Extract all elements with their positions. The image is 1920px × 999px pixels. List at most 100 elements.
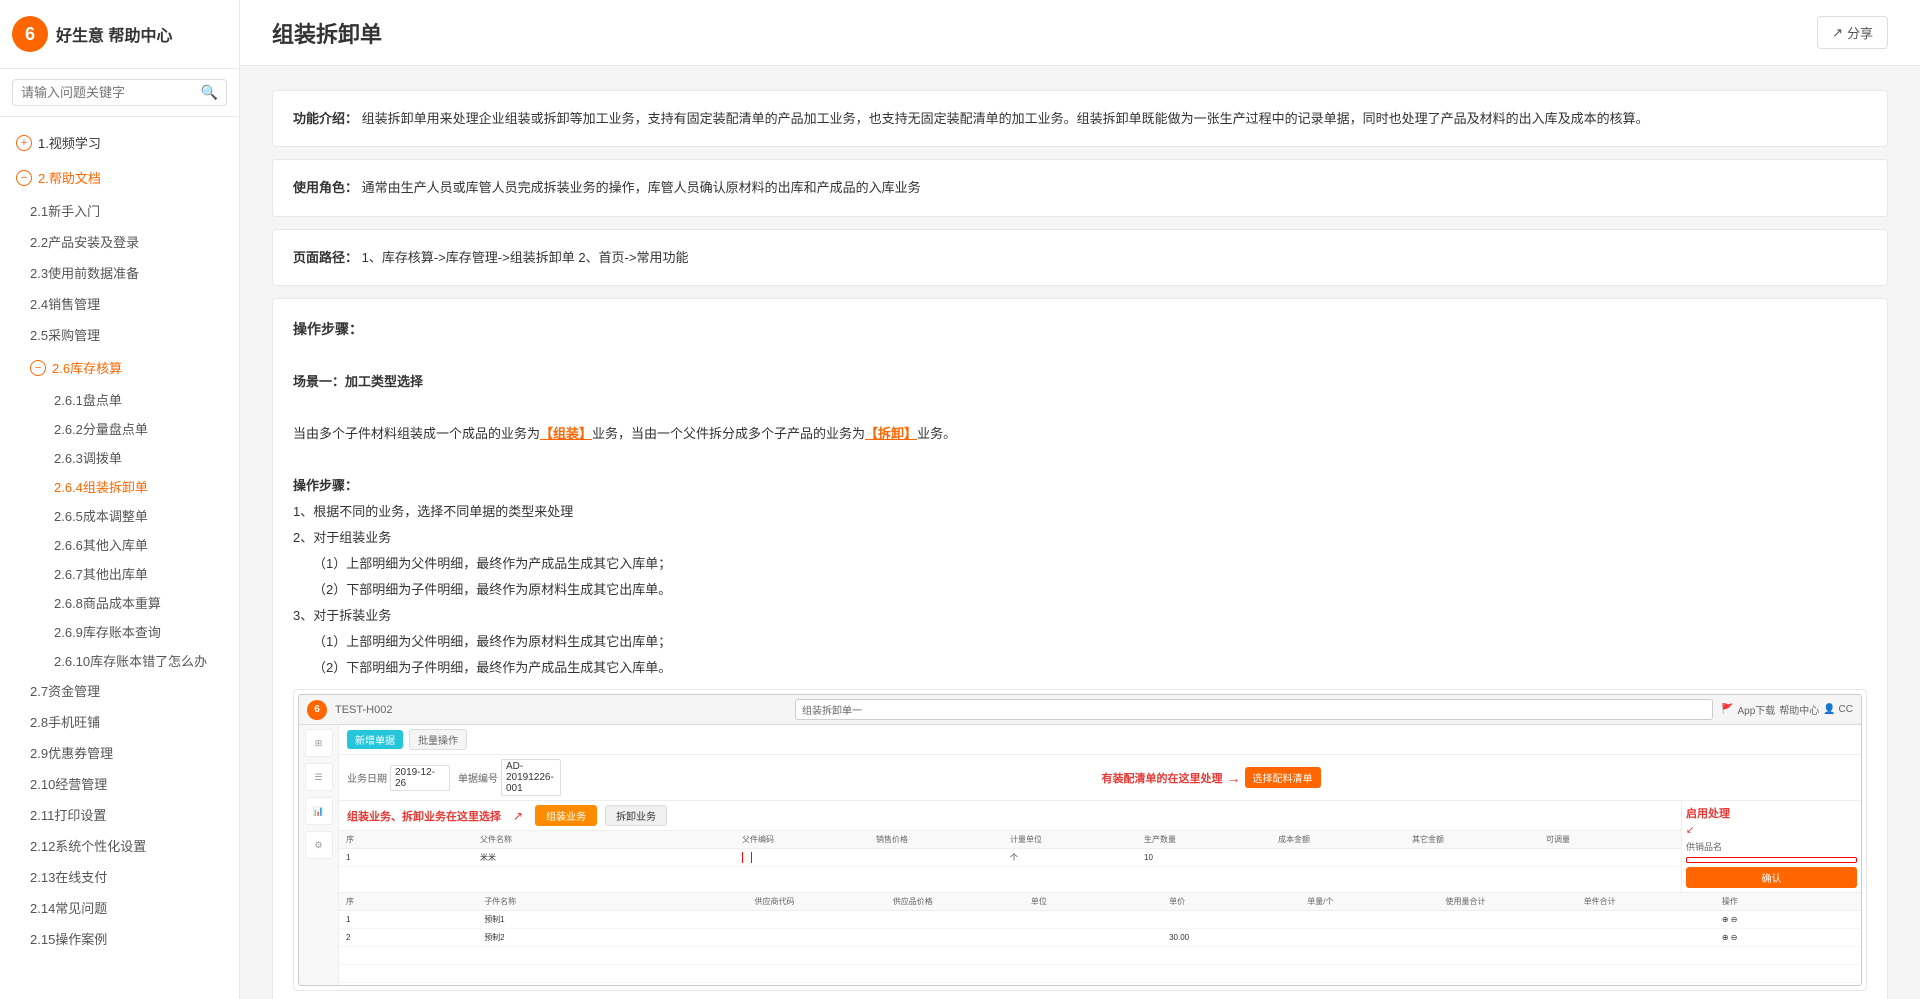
sidebar-item-inventory[interactable]: − 2.6库存核算 bbox=[30, 350, 239, 385]
mock-upper-col-other: 其它金额 bbox=[1409, 833, 1543, 846]
share-icon: ↗ bbox=[1832, 25, 1843, 41]
mock-type-btn-disassembly[interactable]: 拆卸业务 bbox=[605, 805, 667, 826]
expand-icon-video: + bbox=[16, 135, 32, 151]
mock-date-input[interactable]: 2019-12-26 bbox=[390, 765, 450, 791]
collapse-icon-helpdoc: − bbox=[16, 170, 32, 186]
func-intro-card: 功能介绍： 组装拆卸单用来处理企业组装或拆卸等加工业务，支持有固定装配清单的产品… bbox=[272, 90, 1888, 147]
sidebar-item-sys[interactable]: 2.12系统个性化设置 bbox=[30, 830, 239, 861]
sidebar-item-2-6-7[interactable]: 2.6.7其他出库单 bbox=[46, 559, 239, 588]
sidebar-item-helpdoc[interactable]: − 2.帮助文档 bbox=[0, 160, 239, 195]
sidebar-item-2-6-9[interactable]: 2.6.9库存账本查询 bbox=[46, 617, 239, 646]
mock-red-box-code bbox=[742, 852, 752, 863]
mock-arrow3: ↙ bbox=[1686, 825, 1857, 836]
sidebar-item-2-6-3[interactable]: 2.6.3调拨单 bbox=[46, 443, 239, 472]
sidebar-item-2-6-5[interactable]: 2.6.5成本调整单 bbox=[46, 501, 239, 530]
sidebar-item-2-6-6[interactable]: 2.6.6其他入库单 bbox=[46, 530, 239, 559]
share-button[interactable]: ↗ 分享 bbox=[1817, 16, 1888, 49]
mock-browser-actions: 🚩 App下载 帮助中心 👤 CC bbox=[1721, 702, 1853, 717]
mock-upper-col-seq: 序 bbox=[343, 833, 477, 846]
sidebar-item-video-label: 1.视频学习 bbox=[38, 133, 101, 152]
sidebar-item-2-6-10[interactable]: 2.6.10库存账本错了怎么办 bbox=[46, 646, 239, 675]
mock-annotation3-text: 启用处理 bbox=[1686, 805, 1857, 821]
mock-annotation2-text: 组装业务、拆卸业务在这里选择 bbox=[347, 808, 501, 824]
mock-side-icon-chart: 📊 bbox=[305, 797, 333, 825]
sidebar-item-2-6-1[interactable]: 2.6.1盘点单 bbox=[46, 385, 239, 414]
mock-upper-col-price: 销售价格 bbox=[873, 833, 1007, 846]
mock-right-input[interactable] bbox=[1686, 857, 1857, 863]
mock-process-row: 组装业务、拆卸业务在这里选择 ↗ 组装业务 拆卸业务 bbox=[339, 801, 1861, 893]
mock-upper-col-code: 父件编码 bbox=[739, 833, 873, 846]
screenshot-inner: 6 TEST-H002 组装拆卸单一 🚩 App下载 帮助中心 👤 CC bbox=[298, 694, 1862, 986]
sidebar-item-online[interactable]: 2.13在线支付 bbox=[30, 861, 239, 892]
func-intro-text: 组装拆卸单用来处理企业组装或拆卸等加工业务，支持有固定装配清单的产品加工业务，也… bbox=[362, 111, 1649, 126]
steps-card: 操作步骤： 场景一：加工类型选择 当由多个子件材料组装成一个成品的业务为【组装】… bbox=[272, 298, 1888, 999]
sidebar-item-video[interactable]: + 1.视频学习 bbox=[0, 125, 239, 160]
sidebar-item-print[interactable]: 2.11打印设置 bbox=[30, 799, 239, 830]
mock-logo-icon: 6 bbox=[307, 700, 327, 720]
mock-user-icon: 👤 CC bbox=[1823, 704, 1853, 715]
screenshot-wrapper: 6 TEST-H002 组装拆卸单一 🚩 App下载 帮助中心 👤 CC bbox=[293, 689, 1867, 991]
mock-tab-batch[interactable]: 批量操作 bbox=[409, 729, 467, 750]
mock-toolbar: 新增单据 批量操作 bbox=[339, 725, 1861, 755]
mock-lower-table-area: 序 子件名称 供应商代码 供应品价格 单位 单价 单量/个 使用量合计 单件合计 bbox=[339, 893, 1861, 985]
mock-confirm-btn[interactable]: 确认 bbox=[1686, 867, 1857, 888]
mock-url-bar: 组装拆卸单一 bbox=[795, 699, 1713, 720]
mock-field-billno: 单据编号 AD-20191226-001 bbox=[458, 759, 561, 796]
mock-tab-new[interactable]: 新增单据 bbox=[347, 730, 403, 749]
mock-annotation1-area: 有装配清单的在这里处理 → 选择配料清单 bbox=[569, 767, 1853, 788]
sidebar-item-install[interactable]: 2.2产品安装及登录 bbox=[30, 226, 239, 257]
sidebar-item-finance[interactable]: 2.7资金管理 bbox=[30, 675, 239, 706]
mock-process-left: 组装业务、拆卸业务在这里选择 ↗ 组装业务 拆卸业务 bbox=[339, 801, 1681, 892]
mock-billno-label: 单据编号 bbox=[458, 770, 498, 785]
search-icon[interactable]: 🔍 bbox=[201, 84, 218, 101]
sidebar-item-mobile[interactable]: 2.8手机旺铺 bbox=[30, 706, 239, 737]
step2-1: （1）上部明细为父件明细，最终作为产成品生成其它入库单； bbox=[293, 551, 1867, 577]
mock-lower-row3 bbox=[339, 947, 1861, 965]
page-title: 组装拆卸单 bbox=[272, 17, 382, 49]
mock-arrow1: → bbox=[1227, 770, 1241, 786]
sidebar-item-newbie[interactable]: 2.1新手入门 bbox=[30, 195, 239, 226]
mock-side-icon-settings: ⚙ bbox=[305, 831, 333, 859]
ops-label: 操作步骤： bbox=[293, 321, 363, 337]
search-area: 🔍 bbox=[0, 69, 239, 117]
sidebar-item-ops[interactable]: 2.10经营管理 bbox=[30, 768, 239, 799]
logo-text: 好生意 帮助中心 bbox=[56, 22, 172, 46]
search-input[interactable] bbox=[21, 85, 201, 100]
mock-lower-table-header: 序 子件名称 供应商代码 供应品价格 单位 单价 单量/个 使用量合计 单件合计 bbox=[339, 893, 1861, 911]
sidebar-item-coupon[interactable]: 2.9优惠券管理 bbox=[30, 737, 239, 768]
step3-1: （1）上部明细为父件明细，最终作为原材料生成其它出库单； bbox=[293, 629, 1867, 655]
main-content: 组装拆卸单 ↗ 分享 功能介绍： 组装拆卸单用来处理企业组装或拆卸等加工业务，支… bbox=[240, 0, 1920, 999]
mock-type-btn-assembly[interactable]: 组装业务 bbox=[535, 805, 597, 826]
nav-sub-list-helpdoc: 2.1新手入门 2.2产品安装及登录 2.3使用前数据准备 2.4销售管理 2.… bbox=[0, 195, 239, 954]
mock-upper-col-adj: 可调量 bbox=[1543, 833, 1677, 846]
mock-right-field-label: 供销品名 bbox=[1686, 840, 1857, 853]
sidebar-item-2-6-2[interactable]: 2.6.2分量盘点单 bbox=[46, 414, 239, 443]
role-card: 使用角色： 通常由生产人员或库管人员完成拆装业务的操作，库管人员确认原材料的出库… bbox=[272, 159, 1888, 216]
mock-upper-col-name: 父件名称 bbox=[477, 833, 739, 846]
sidebar-item-prepare[interactable]: 2.3使用前数据准备 bbox=[30, 257, 239, 288]
mock-date-label: 业务日期 bbox=[347, 770, 387, 785]
mock-select-bom-btn[interactable]: 选择配料清单 bbox=[1245, 767, 1321, 788]
sidebar-item-sales[interactable]: 2.4销售管理 bbox=[30, 288, 239, 319]
path-card: 页面路径： 1、库存核算->库存管理->组装拆卸单 2、首页->常用功能 bbox=[272, 229, 1888, 286]
role-label: 使用角色： bbox=[293, 180, 358, 195]
mock-upper-col-qty: 生产数量 bbox=[1141, 833, 1275, 846]
role-text: 通常由生产人员或库管人员完成拆装业务的操作，库管人员确认原材料的出库和产成品的入… bbox=[362, 180, 921, 195]
func-intro-label: 功能介绍： bbox=[293, 111, 358, 126]
mock-upper-table-header: 序 父件名称 父件编码 销售价格 计量单位 生产数量 成本金额 其它金额 bbox=[339, 831, 1681, 849]
mock-side-icon-home: ⊞ bbox=[305, 729, 333, 757]
mock-screen: 6 TEST-H002 组装拆卸单一 🚩 App下载 帮助中心 👤 CC bbox=[299, 695, 1861, 985]
mock-right-panel: 启用处理 ↙ 供销品名 确认 bbox=[1681, 801, 1861, 892]
sidebar-item-faq[interactable]: 2.14常见问题 bbox=[30, 892, 239, 923]
path-label: 页面路径： bbox=[293, 250, 358, 265]
sidebar-item-purchase[interactable]: 2.5采购管理 bbox=[30, 319, 239, 350]
search-wrapper[interactable]: 🔍 bbox=[12, 79, 227, 106]
sidebar-item-2-6-8[interactable]: 2.6.8商品成本重算 bbox=[46, 588, 239, 617]
sidebar-item-2-6-4[interactable]: 2.6.4组装拆卸单 bbox=[46, 472, 239, 501]
mock-billno-input[interactable]: AD-20191226-001 bbox=[501, 759, 561, 796]
main-header: 组装拆卸单 ↗ 分享 bbox=[240, 0, 1920, 66]
step2-2: （2）下部明细为子件明细，最终作为原材料生成其它出库单。 bbox=[293, 577, 1867, 603]
sidebar-item-cases[interactable]: 2.15操作案例 bbox=[30, 923, 239, 954]
logo-area: 6 好生意 帮助中心 bbox=[0, 0, 239, 69]
mock-app-icon: App下载 bbox=[1738, 702, 1776, 717]
